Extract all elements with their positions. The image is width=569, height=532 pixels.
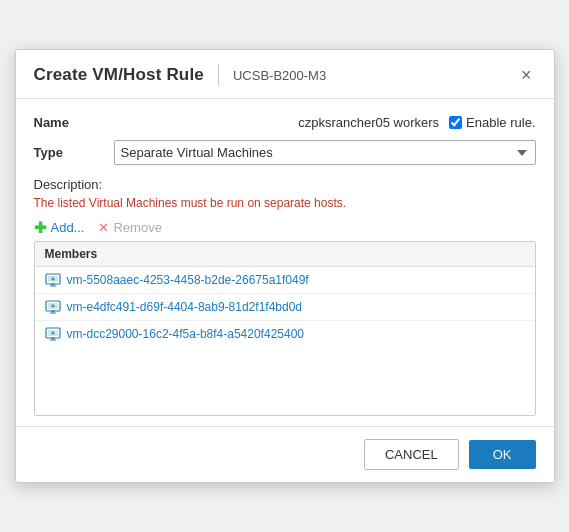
header-separator [218, 64, 219, 86]
plus-icon: ✚ [34, 220, 47, 235]
table-row[interactable]: vm-e4dfc491-d69f-4404-8ab9-81d2f1f4bd0d [35, 294, 535, 321]
member-name-2[interactable]: vm-e4dfc491-d69f-4404-8ab9-81d2f1f4bd0d [67, 300, 303, 314]
remove-icon: ✕ [98, 220, 109, 235]
dialog-footer: CANCEL OK [16, 426, 554, 482]
members-header: Members [35, 242, 535, 267]
name-value: czpksrancher05 workers [114, 115, 450, 130]
enable-rule-label: Enable rule. [449, 115, 535, 130]
enable-rule-checkbox[interactable] [449, 116, 462, 129]
ok-button[interactable]: OK [469, 440, 536, 469]
description-label: Description: [34, 177, 536, 192]
name-row: Name czpksrancher05 workers Enable rule. [34, 115, 536, 130]
members-table: Members vm-5508aaec-4 [34, 241, 536, 416]
add-label: Add... [51, 220, 85, 235]
type-row: Type Separate Virtual Machines Keep Virt… [34, 140, 536, 165]
create-vm-host-rule-dialog: Create VM/Host Rule UCSB-B200-M3 × Name … [15, 49, 555, 483]
members-list: vm-5508aaec-4253-4458-b2de-26675a1f049f [35, 267, 535, 415]
remove-button[interactable]: ✕ Remove [98, 220, 161, 235]
vm-icon-1 [45, 272, 61, 288]
description-text: The listed Virtual Machines must be run … [34, 196, 536, 210]
table-row[interactable]: vm-dcc29000-16c2-4f5a-b8f4-a5420f425400 [35, 321, 535, 347]
dialog-title: Create VM/Host Rule [34, 65, 204, 85]
dialog-subtitle: UCSB-B200-M3 [233, 68, 326, 83]
type-select[interactable]: Separate Virtual Machines Keep Virtual M… [114, 140, 536, 165]
vm-icon-3 [45, 326, 61, 342]
add-button[interactable]: ✚ Add... [34, 220, 85, 235]
enable-rule-text: Enable rule. [466, 115, 535, 130]
close-button[interactable]: × [517, 64, 536, 86]
dialog-header: Create VM/Host Rule UCSB-B200-M3 × [16, 50, 554, 99]
members-toolbar: ✚ Add... ✕ Remove [34, 220, 536, 235]
remove-label: Remove [113, 220, 161, 235]
member-name-3[interactable]: vm-dcc29000-16c2-4f5a-b8f4-a5420f425400 [67, 327, 305, 341]
vm-icon-2 [45, 299, 61, 315]
type-label: Type [34, 145, 114, 160]
table-row[interactable]: vm-5508aaec-4253-4458-b2de-26675a1f049f [35, 267, 535, 294]
name-label: Name [34, 115, 114, 130]
member-name-1[interactable]: vm-5508aaec-4253-4458-b2de-26675a1f049f [67, 273, 309, 287]
dialog-body: Name czpksrancher05 workers Enable rule.… [16, 99, 554, 426]
cancel-button[interactable]: CANCEL [364, 439, 459, 470]
